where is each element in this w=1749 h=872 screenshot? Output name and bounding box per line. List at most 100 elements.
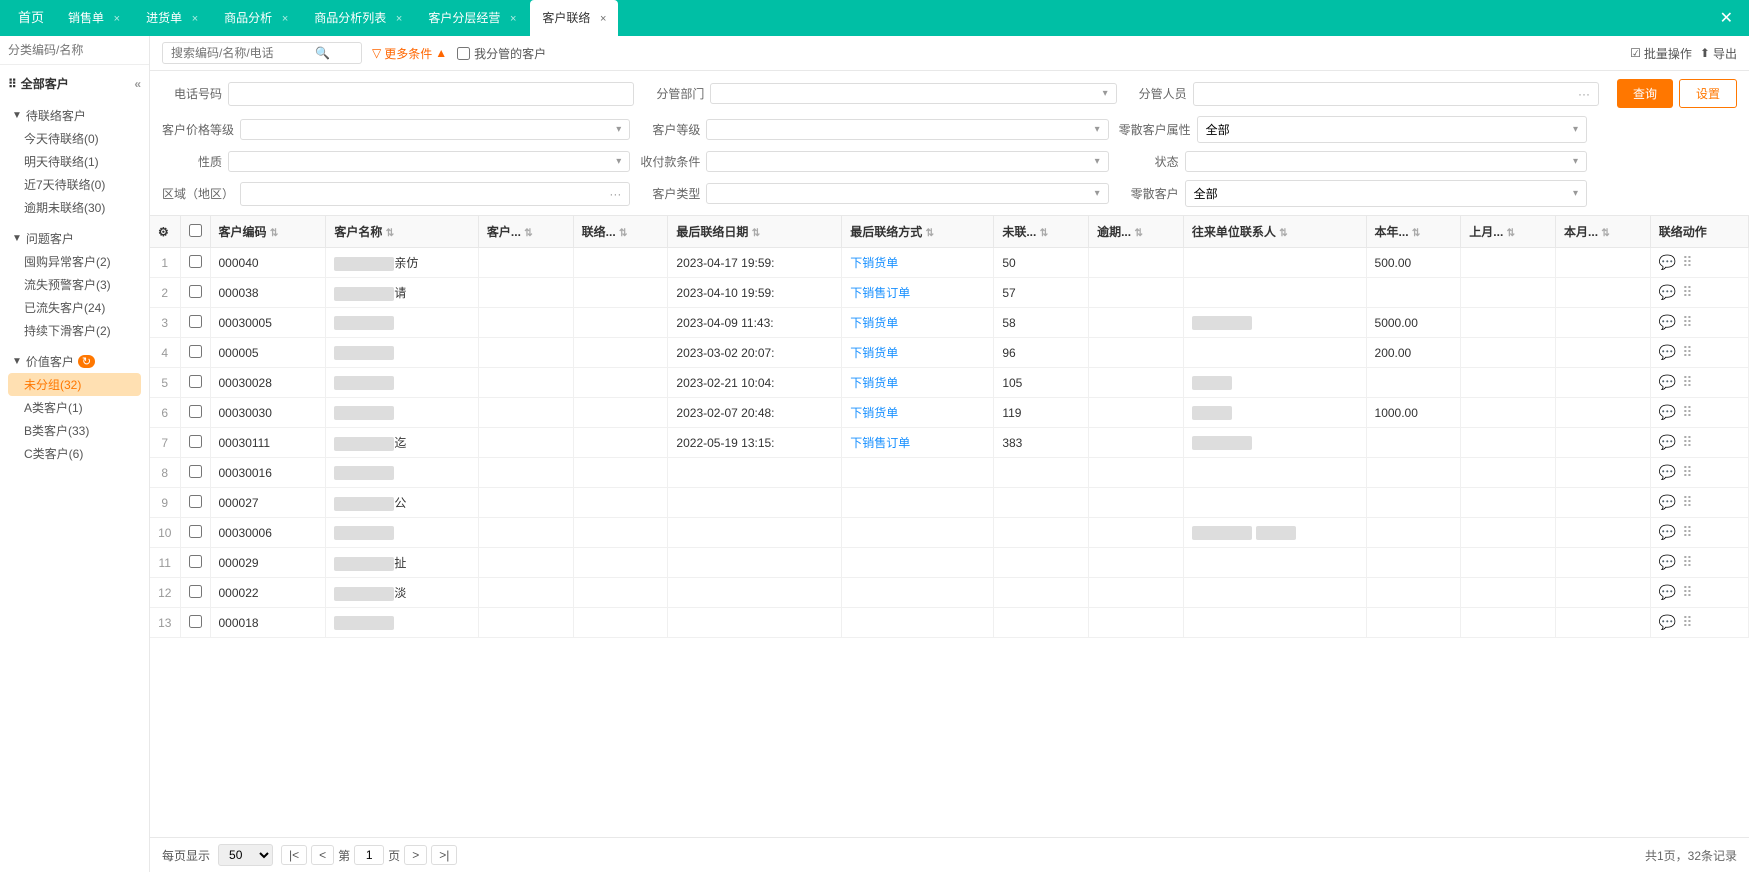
more-action-icon[interactable]: ⠿ — [1682, 524, 1692, 541]
sidebar-item-churned[interactable]: 已流失客户(24) — [8, 296, 141, 319]
close-tab-purchase-icon[interactable]: × — [192, 13, 198, 25]
last-page-btn[interactable]: >| — [431, 845, 457, 865]
filter-region-select[interactable]: ··· — [240, 182, 630, 206]
close-tab-analysis-icon[interactable]: × — [282, 13, 288, 25]
batch-ops-button[interactable]: ☑ 批量操作 — [1630, 45, 1692, 62]
close-tab-sales-icon[interactable]: × — [114, 13, 120, 25]
more-action-icon[interactable]: ⠿ — [1682, 614, 1692, 631]
nav-tab-analysis-list[interactable]: 商品分析列表 × — [302, 0, 414, 36]
reset-button[interactable]: 设置 — [1679, 79, 1737, 108]
col-uncontacted[interactable]: 未联... ⇅ — [994, 216, 1089, 248]
contact-action-icon[interactable]: 💬 — [1659, 404, 1676, 421]
filter-retail-cust-select[interactable]: 全部▾ — [1185, 180, 1587, 207]
filter-cust-type-select[interactable]: ▾ — [706, 183, 1108, 204]
filter-search-input[interactable] — [171, 46, 311, 60]
last-contact-type-link[interactable]: 下销售订单 — [850, 286, 910, 300]
sidebar-item-overdue[interactable]: 逾期未联络(30) — [8, 196, 141, 219]
sidebar-problem-title[interactable]: ▼ 问题客户 — [8, 227, 141, 250]
contact-action-icon[interactable]: 💬 — [1659, 434, 1676, 451]
more-action-icon[interactable]: ⠿ — [1682, 374, 1692, 391]
sidebar-pending-title[interactable]: ▼ 待联络客户 — [8, 104, 141, 127]
filter-cust-level-select[interactable]: ▾ — [706, 119, 1108, 140]
more-action-icon[interactable]: ⠿ — [1682, 284, 1692, 301]
contact-action-icon[interactable]: 💬 — [1659, 254, 1676, 271]
export-button[interactable]: ⬆ 导出 — [1700, 45, 1737, 62]
col-cust-type[interactable]: 客户... ⇅ — [478, 216, 573, 248]
col-last-date[interactable]: 最后联络日期 ⇅ — [668, 216, 842, 248]
first-page-btn[interactable]: |< — [281, 845, 307, 865]
more-action-icon[interactable]: ⠿ — [1682, 344, 1692, 361]
window-close-icon[interactable]: ✕ — [1712, 8, 1741, 28]
refresh-badge[interactable]: ↻ — [78, 355, 95, 368]
nav-home[interactable]: 首页 — [8, 0, 54, 36]
my-customers-check[interactable] — [457, 47, 470, 60]
col-gear[interactable]: ⚙ — [150, 216, 180, 248]
select-all-checkbox[interactable] — [189, 224, 202, 237]
filter-payment-select[interactable]: ▾ — [706, 151, 1108, 172]
nav-tab-customer-contact[interactable]: 客户联络 × — [530, 0, 618, 36]
more-action-icon[interactable]: ⠿ — [1682, 464, 1692, 481]
last-contact-type-link[interactable]: 下销货单 — [850, 346, 898, 360]
row-checkbox[interactable] — [189, 465, 202, 478]
next-page-btn[interactable]: > — [404, 845, 427, 865]
sidebar-item-c-class[interactable]: C类客户(6) — [8, 442, 141, 465]
row-checkbox[interactable] — [189, 345, 202, 358]
row-checkbox[interactable] — [189, 525, 202, 538]
contact-action-icon[interactable]: 💬 — [1659, 584, 1676, 601]
contact-action-icon[interactable]: 💬 — [1659, 524, 1676, 541]
row-checkbox[interactable] — [189, 405, 202, 418]
filter-status-select[interactable]: ▾ — [1185, 151, 1587, 172]
sidebar-item-churn-warning[interactable]: 流失预警客户(3) — [8, 273, 141, 296]
col-last-month[interactable]: 上月... ⇅ — [1461, 216, 1556, 248]
sidebar-item-abnormal[interactable]: 囤购异常客户(2) — [8, 250, 141, 273]
sidebar-item-tomorrow[interactable]: 明天待联络(1) — [8, 150, 141, 173]
more-action-icon[interactable]: ⠿ — [1682, 314, 1692, 331]
contact-action-icon[interactable]: 💬 — [1659, 314, 1676, 331]
filter-phone-input[interactable] — [228, 82, 634, 106]
sidebar-collapse-btn[interactable]: « — [134, 77, 141, 91]
contact-action-icon[interactable]: 💬 — [1659, 344, 1676, 361]
sidebar-value-title[interactable]: ▼ 价值客户 ↻ — [8, 350, 141, 373]
more-action-icon[interactable]: ⠿ — [1682, 434, 1692, 451]
filter-dept-select[interactable]: ▾ — [710, 83, 1116, 104]
filter-search-icon[interactable]: 🔍 — [315, 46, 330, 60]
col-overdue[interactable]: 逾期... ⇅ — [1089, 216, 1184, 248]
contact-action-icon[interactable]: 💬 — [1659, 464, 1676, 481]
close-tab-customer-contact-icon[interactable]: × — [600, 13, 606, 25]
more-action-icon[interactable]: ⠿ — [1682, 254, 1692, 271]
col-last-method[interactable]: 最后联络方式 ⇅ — [842, 216, 994, 248]
contact-action-icon[interactable]: 💬 — [1659, 554, 1676, 571]
last-contact-type-link[interactable]: 下销货单 — [850, 316, 898, 330]
more-action-icon[interactable]: ⠿ — [1682, 404, 1692, 421]
close-tab-analysis-list-icon[interactable]: × — [396, 13, 402, 25]
per-page-select[interactable]: 50 20 100 — [218, 844, 273, 866]
sidebar-item-b-class[interactable]: B类客户(33) — [8, 419, 141, 442]
page-number-input[interactable] — [354, 845, 384, 865]
nav-tab-customer-segment[interactable]: 客户分层经营 × — [416, 0, 528, 36]
filter-nature-select[interactable]: ▾ — [228, 151, 630, 172]
sidebar-item-7days[interactable]: 近7天待联络(0) — [8, 173, 141, 196]
nav-tab-analysis[interactable]: 商品分析 × — [212, 0, 300, 36]
row-checkbox[interactable] — [189, 555, 202, 568]
contact-action-icon[interactable]: 💬 — [1659, 374, 1676, 391]
contact-action-icon[interactable]: 💬 — [1659, 284, 1676, 301]
col-contact-person[interactable]: 往来单位联系人 ⇅ — [1183, 216, 1366, 248]
filter-retail-attr-select[interactable]: 全部▾ — [1197, 116, 1587, 143]
more-action-icon[interactable]: ⠿ — [1682, 554, 1692, 571]
col-this-year[interactable]: 本年... ⇅ — [1366, 216, 1461, 248]
row-checkbox[interactable] — [189, 375, 202, 388]
last-contact-type-link[interactable]: 下销售订单 — [850, 436, 910, 450]
sidebar-search-input[interactable] — [8, 43, 150, 57]
row-checkbox[interactable] — [189, 435, 202, 448]
contact-action-icon[interactable]: 💬 — [1659, 494, 1676, 511]
last-contact-type-link[interactable]: 下销货单 — [850, 256, 898, 270]
sidebar-item-today[interactable]: 今天待联络(0) — [8, 127, 141, 150]
row-checkbox[interactable] — [189, 255, 202, 268]
dots-icon2[interactable]: ··· — [609, 187, 621, 201]
row-checkbox[interactable] — [189, 615, 202, 628]
row-checkbox[interactable] — [189, 585, 202, 598]
row-checkbox[interactable] — [189, 285, 202, 298]
col-contact-info[interactable]: 联络... ⇅ — [573, 216, 668, 248]
filter-price-select[interactable]: ▾ — [240, 119, 630, 140]
col-code[interactable]: 客户编码 ⇅ — [210, 216, 326, 248]
